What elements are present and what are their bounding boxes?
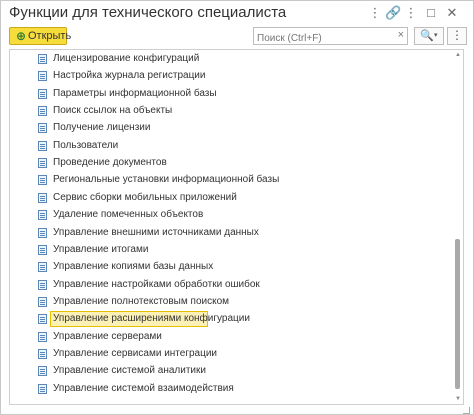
list-item[interactable]: Сервис сборки мобильных приложений bbox=[10, 190, 450, 207]
list-item[interactable]: Управление настройками обработки ошибок bbox=[10, 277, 450, 294]
list-item-label: Управление полнотекстовым поиском bbox=[53, 295, 230, 307]
dialog-window: Функции для технического специалиста ⋮ 🔗… bbox=[0, 0, 474, 415]
functions-list[interactable]: ▲ ▼ Лицензирование конфигураций Настройка… bbox=[9, 49, 464, 405]
list-item[interactable]: Управление серверами bbox=[10, 329, 450, 346]
window-title: Функции для технического специалиста bbox=[9, 4, 287, 21]
more-vertical-icon[interactable]: ⋮ bbox=[368, 6, 382, 20]
open-icon: ⊕ bbox=[16, 29, 27, 43]
list-item[interactable]: Проведение документов bbox=[10, 155, 450, 172]
open-button[interactable]: ⊕ Открыть bbox=[9, 27, 71, 45]
scroll-down-icon[interactable]: ▼ bbox=[454, 395, 462, 403]
list-item[interactable]: Поиск ссылок на объекты bbox=[10, 103, 450, 120]
document-icon bbox=[38, 331, 47, 342]
title-bar: Функции для технического специалиста ⋮ 🔗… bbox=[1, 1, 473, 27]
list-item-label: Поиск ссылок на объекты bbox=[53, 105, 173, 117]
list-item[interactable]: Управление итогами bbox=[10, 242, 450, 259]
list-item[interactable]: Управление внешними источниками данных bbox=[10, 225, 450, 242]
list-item-label: Пользователи bbox=[53, 139, 119, 151]
status-bar bbox=[1, 407, 473, 414]
search-field[interactable]: × bbox=[253, 27, 408, 47]
toolbar: ⊕ Открыть × 🔍 ▾ ⋮ bbox=[1, 27, 473, 49]
list-item[interactable]: Управление сервисами интеграции bbox=[10, 346, 450, 363]
list-item[interactable]: Получение лицензии bbox=[10, 120, 450, 137]
list-item-label: Параметры информационной базы bbox=[53, 87, 217, 99]
document-icon bbox=[38, 279, 47, 290]
clear-search-icon[interactable]: × bbox=[398, 29, 404, 41]
link-icon[interactable]: 🔗 bbox=[385, 6, 401, 20]
document-icon bbox=[38, 348, 47, 359]
document-icon bbox=[38, 296, 47, 307]
document-icon bbox=[38, 192, 47, 203]
list-item-label: Проведение документов bbox=[53, 157, 167, 169]
list-item-label: Управление копиями базы данных bbox=[53, 261, 214, 273]
minimize-icon[interactable]: ⋮ bbox=[404, 6, 418, 20]
chevron-down-icon: ▾ bbox=[434, 32, 438, 39]
document-icon bbox=[38, 175, 47, 186]
document-icon bbox=[38, 244, 47, 255]
scroll-thumb[interactable] bbox=[455, 239, 460, 389]
resize-grip-icon[interactable] bbox=[463, 407, 470, 414]
list-item[interactable]: Параметры информационной базы bbox=[10, 86, 450, 103]
list-item-label: Удаление помеченных объектов bbox=[53, 209, 204, 221]
document-icon bbox=[38, 54, 47, 64]
search-icon: 🔍 bbox=[420, 30, 434, 42]
open-button-label: Открыть bbox=[28, 30, 72, 42]
list-item-label: Управление системой аналитики bbox=[53, 365, 206, 377]
scroll-up-icon[interactable]: ▲ bbox=[454, 51, 462, 59]
document-icon bbox=[38, 140, 47, 151]
list-item-label: Управление расширениями конфигурации bbox=[53, 313, 250, 325]
document-icon bbox=[38, 106, 47, 117]
document-icon bbox=[38, 262, 47, 273]
search-input[interactable] bbox=[254, 30, 398, 47]
document-icon bbox=[38, 71, 47, 82]
list-item[interactable]: Управление системой взаимодействия bbox=[10, 381, 450, 398]
document-icon bbox=[38, 383, 47, 394]
list-item[interactable]: Пользователи bbox=[10, 138, 450, 155]
list-item[interactable]: Лицензирование конфигураций bbox=[10, 51, 450, 68]
list-item-label: Настройка журнала регистрации bbox=[53, 70, 206, 82]
close-icon[interactable]: ✕ bbox=[445, 6, 459, 20]
list-item-label: Управление итогами bbox=[53, 243, 149, 255]
document-icon bbox=[38, 366, 47, 377]
list-item-label: Управление сервисами интеграции bbox=[53, 347, 217, 359]
list-item-label: Управление настройками обработки ошибок bbox=[53, 278, 260, 290]
scrollbar[interactable]: ▲ ▼ bbox=[454, 51, 462, 403]
list-item-label: Управление серверами bbox=[53, 330, 162, 342]
more-button[interactable]: ⋮ bbox=[447, 27, 467, 45]
document-icon bbox=[38, 227, 47, 238]
document-icon bbox=[38, 158, 47, 169]
list-item[interactable]: Управление полнотекстовым поиском bbox=[10, 294, 450, 311]
list-item-label: Управление системой взаимодействия bbox=[53, 382, 234, 394]
list-item-label: Лицензирование конфигураций bbox=[53, 53, 200, 64]
list-item-label: Получение лицензии bbox=[53, 122, 151, 134]
list-item-label: Сервис сборки мобильных приложений bbox=[53, 191, 237, 203]
document-icon bbox=[38, 123, 47, 134]
list-item-label: Управление внешними источниками данных bbox=[53, 226, 259, 238]
list-item[interactable]: Управление системой аналитики bbox=[10, 363, 450, 380]
list-item[interactable]: Управление расширениями конфигурации bbox=[10, 311, 450, 328]
document-icon bbox=[38, 314, 47, 325]
list-item[interactable]: Управление копиями базы данных bbox=[10, 259, 450, 276]
list-item[interactable]: Настройка журнала регистрации bbox=[10, 68, 450, 85]
search-button[interactable]: 🔍 ▾ bbox=[414, 27, 444, 45]
document-icon bbox=[38, 210, 47, 221]
document-icon bbox=[38, 88, 47, 99]
list-item[interactable]: Удаление помеченных объектов bbox=[10, 207, 450, 224]
maximize-icon[interactable]: □ bbox=[424, 6, 438, 20]
list-item-label: Региональные установки информационной ба… bbox=[53, 174, 280, 186]
list-item[interactable]: Региональные установки информационной ба… bbox=[10, 172, 450, 189]
